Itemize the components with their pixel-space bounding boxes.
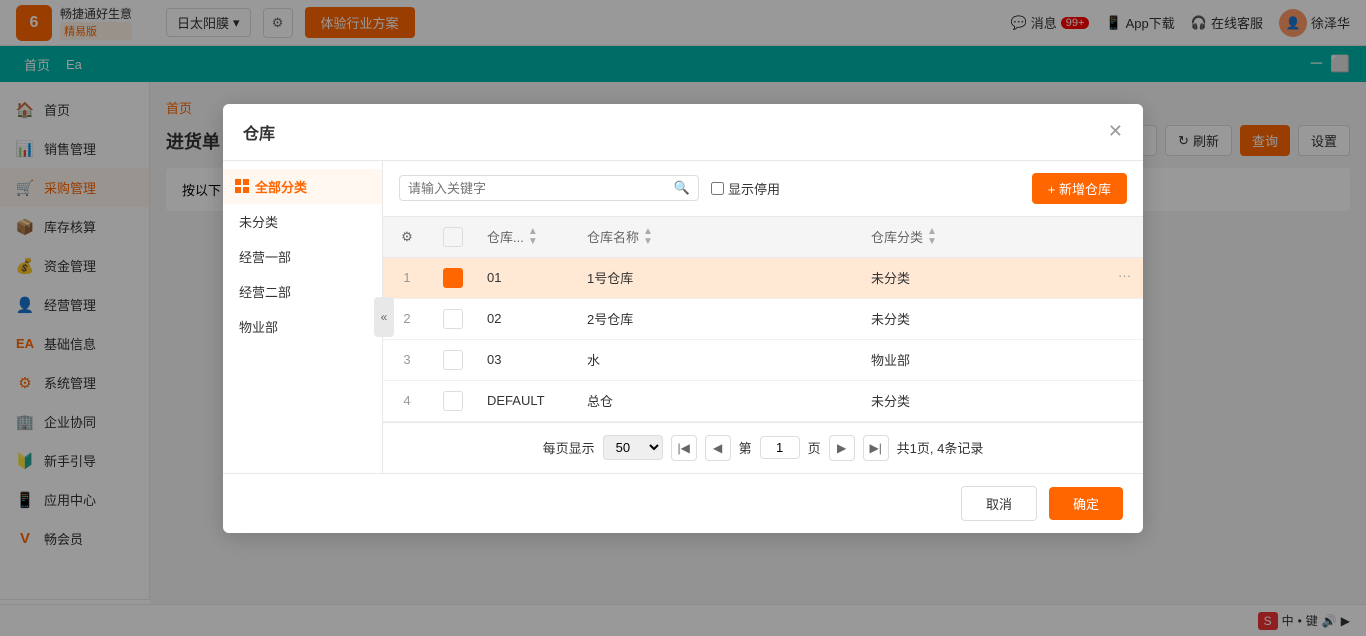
- row-name-cell: 2号仓库: [575, 298, 859, 339]
- modal-title: 仓库: [243, 120, 275, 144]
- category-item-property[interactable]: 物业部: [223, 309, 382, 344]
- th-checkbox: [431, 217, 475, 258]
- sort-icon-category: ▲▼: [927, 227, 937, 247]
- cancel-button[interactable]: 取消: [961, 486, 1037, 521]
- page-next-button[interactable]: ▶: [829, 435, 855, 461]
- settings-icon: ⚙: [401, 229, 413, 244]
- search-icon[interactable]: 🔍: [674, 180, 690, 196]
- new-warehouse-button[interactable]: + 新增仓库: [1032, 173, 1127, 204]
- row-checkbox[interactable]: [443, 309, 463, 329]
- row-checkbox-cell[interactable]: [431, 339, 475, 380]
- row-settings-cell: 1: [383, 257, 431, 298]
- row-code-cell: 01: [475, 257, 575, 298]
- row-settings-cell: 4: [383, 380, 431, 421]
- category-all-header[interactable]: 全部分类: [223, 169, 382, 204]
- select-all-checkbox[interactable]: [443, 227, 463, 247]
- collapse-panel-button[interactable]: «: [374, 297, 394, 337]
- grid-icon: [235, 179, 249, 193]
- modal-table: ⚙ 仓库... ▲▼: [383, 217, 1143, 422]
- row-code-cell: DEFAULT: [475, 380, 575, 421]
- category-item-operations1[interactable]: 经营一部: [223, 239, 382, 274]
- category-item-operations2[interactable]: 经营二部: [223, 274, 382, 309]
- row-name-cell: 1号仓库: [575, 257, 859, 298]
- row-category-cell: 未分类: [859, 380, 1143, 421]
- th-name-label: 仓库名称: [587, 227, 639, 246]
- row-action-dots[interactable]: ···: [1118, 268, 1131, 283]
- page-input[interactable]: [760, 436, 800, 459]
- th-settings: ⚙: [383, 217, 431, 258]
- modal-right-panel: 🔍 显示停用 + 新增仓库 ⚙: [383, 161, 1143, 473]
- modal-pagination: 每页显示 50 10 20 100 |◀ ◀ 第 页 ▶ ▶| 共1页, 4条记…: [383, 422, 1143, 473]
- total-info: 共1页, 4条记录: [897, 438, 984, 457]
- row-checkbox-cell[interactable]: [431, 257, 475, 298]
- row-category-cell: 未分类···: [859, 257, 1143, 298]
- page-prev-button[interactable]: ◀: [705, 435, 731, 461]
- row-checkbox[interactable]: [443, 268, 463, 288]
- row-checkbox-cell[interactable]: [431, 380, 475, 421]
- table-row[interactable]: 4 DEFAULT 总仓 未分类: [383, 380, 1143, 421]
- warehouse-table: ⚙ 仓库... ▲▼: [383, 217, 1143, 422]
- th-code-label: 仓库...: [487, 227, 524, 246]
- page-first-button[interactable]: |◀: [671, 435, 697, 461]
- modal-close-button[interactable]: ✕: [1108, 121, 1123, 142]
- modal-footer: 取消 确定: [223, 473, 1143, 533]
- confirm-button[interactable]: 确定: [1049, 487, 1123, 520]
- show-disabled-checkbox[interactable]: [711, 182, 724, 195]
- all-categories-label: 全部分类: [255, 177, 307, 196]
- th-category-label: 仓库分类: [871, 227, 923, 246]
- modal-left-panel: 全部分类 未分类 经营一部 经营二部 物业部 «: [223, 161, 383, 473]
- table-row[interactable]: 2 02 2号仓库 未分类: [383, 298, 1143, 339]
- th-name: 仓库名称 ▲▼: [575, 217, 859, 258]
- sort-icon-code: ▲▼: [528, 227, 538, 247]
- search-box: 🔍: [399, 175, 699, 201]
- table-row[interactable]: 3 03 水 物业部: [383, 339, 1143, 380]
- modal-header: 仓库 ✕: [223, 104, 1143, 161]
- search-input[interactable]: [408, 181, 674, 196]
- page-word: 第: [739, 438, 752, 457]
- page-unit-label: 页: [808, 438, 821, 457]
- category-item-unclassified[interactable]: 未分类: [223, 204, 382, 239]
- row-name-cell: 总仓: [575, 380, 859, 421]
- warehouse-modal: 仓库 ✕ 全部分类 未分类 经营一部 经营二部 物业部: [223, 104, 1143, 533]
- row-checkbox-cell[interactable]: [431, 298, 475, 339]
- row-code-cell: 03: [475, 339, 575, 380]
- table-row[interactable]: 1 01 1号仓库 未分类···: [383, 257, 1143, 298]
- th-category: 仓库分类 ▲▼: [859, 217, 1143, 258]
- row-category-cell: 物业部: [859, 339, 1143, 380]
- row-checkbox[interactable]: [443, 391, 463, 411]
- row-category-cell: 未分类: [859, 298, 1143, 339]
- page-last-button[interactable]: ▶|: [863, 435, 889, 461]
- per-page-label: 每页显示: [543, 438, 595, 457]
- sort-icon-name: ▲▼: [643, 227, 653, 247]
- row-code-cell: 02: [475, 298, 575, 339]
- row-name-cell: 水: [575, 339, 859, 380]
- per-page-select[interactable]: 50 10 20 100: [603, 435, 663, 460]
- modal-overlay[interactable]: 仓库 ✕ 全部分类 未分类 经营一部 经营二部 物业部: [0, 0, 1366, 636]
- row-settings-cell: 3: [383, 339, 431, 380]
- modal-toolbar: 🔍 显示停用 + 新增仓库: [383, 161, 1143, 217]
- show-disabled-label[interactable]: 显示停用: [711, 179, 780, 198]
- row-checkbox[interactable]: [443, 350, 463, 370]
- th-code: 仓库... ▲▼: [475, 217, 575, 258]
- modal-body: 全部分类 未分类 经营一部 经营二部 物业部 « 🔍: [223, 161, 1143, 473]
